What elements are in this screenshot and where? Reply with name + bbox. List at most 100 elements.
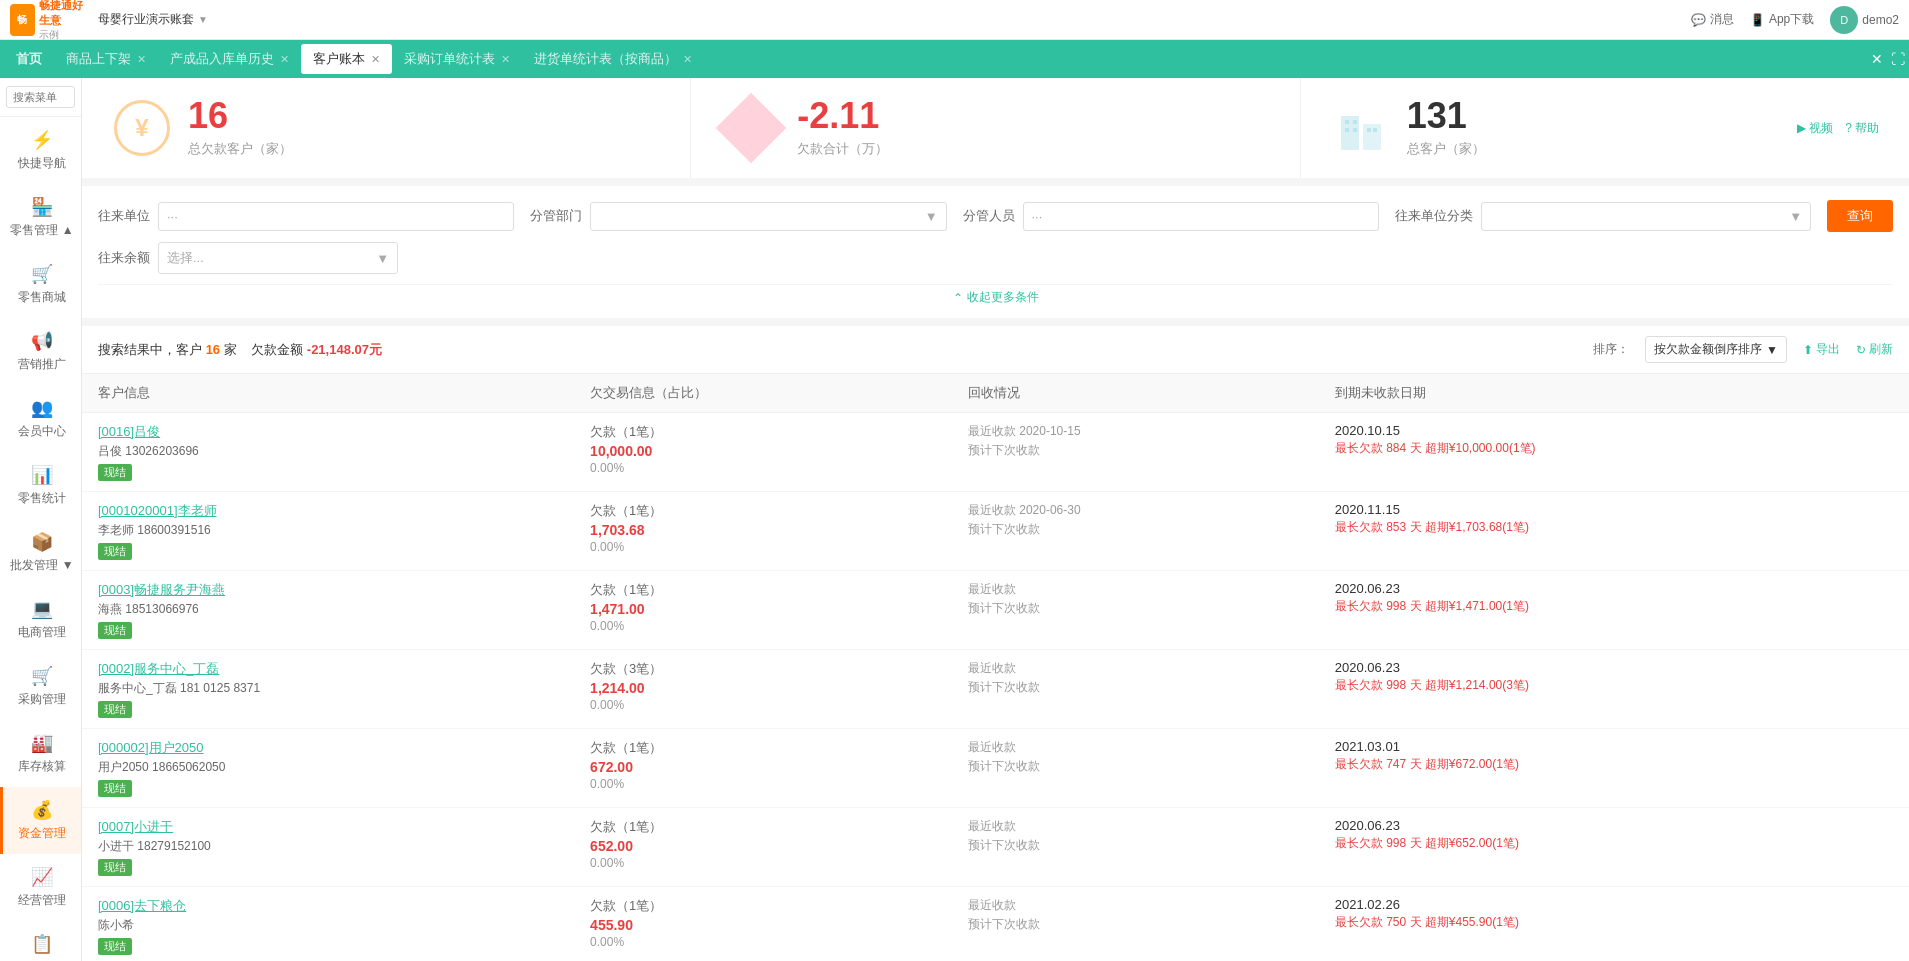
balance-select[interactable]: 选择... ▼ — [158, 242, 398, 274]
overdue-amount-5[interactable]: 超期¥652.00(1笔) — [1425, 836, 1519, 850]
sidebar-item-member[interactable]: 👥 会员中心 — [0, 385, 81, 452]
debt-count-2: 欠款（1笔） — [590, 581, 936, 599]
overdue-amount-0[interactable]: 超期¥10,000.00(1笔) — [1425, 441, 1536, 455]
view-video-btn[interactable]: ▶ 视频 — [1797, 120, 1833, 137]
cell-due-5: 2020.06.23 最长欠款 998 天 超期¥652.00(1笔) — [1319, 808, 1909, 887]
debt-ratio-3: 0.00% — [590, 698, 936, 712]
sidebar-search-input[interactable] — [6, 86, 75, 108]
logo-area: 畅 畅捷通好生意 示例 — [10, 0, 90, 42]
sidebar-item-finance[interactable]: 💰 资金管理 — [0, 787, 81, 854]
maximize-icon[interactable]: ⛶ — [1891, 51, 1905, 67]
sidebar-item-marketing[interactable]: 📢 营销推广 — [0, 318, 81, 385]
cell-debt-0: 欠款（1笔） 10,000.00 0.00% — [574, 413, 952, 492]
tab-purchase-stats-label: 采购订单统计表 — [404, 50, 495, 68]
cell-payment-0: 最近收款 2020-10-15 预计下次收款 — [952, 413, 1319, 492]
user-area[interactable]: D demo2 — [1830, 6, 1899, 34]
close-all-tabs-icon[interactable]: ✕ — [1871, 51, 1883, 67]
sort-select[interactable]: 按欠款金额倒序排序 ▼ — [1645, 336, 1787, 363]
customer-name-3[interactable]: [0002]服务中心_丁磊 — [98, 660, 558, 678]
stat-card-actions: ▶ 视频 ? 帮助 — [1797, 120, 1879, 137]
debt-amount-0[interactable]: 10,000.00 — [590, 443, 936, 459]
from-unit-input[interactable]: ··· — [158, 202, 514, 231]
debt-count-1: 欠款（1笔） — [590, 502, 936, 520]
customer-name-6[interactable]: [0006]去下粮仓 — [98, 897, 558, 915]
sidebar-item-quick-nav[interactable]: ⚡ 快捷导航 — [0, 117, 81, 184]
query-button[interactable]: 查询 — [1827, 200, 1893, 232]
customer-tag-5: 现结 — [98, 859, 132, 876]
customer-name-1[interactable]: [0001020001]李老师 — [98, 502, 558, 520]
table-row: [0001020001]李老师 李老师 18600391516 现结 欠款（1笔… — [82, 492, 1909, 571]
manager-input[interactable]: ··· — [1023, 202, 1379, 231]
tab-product-history-close[interactable]: ✕ — [280, 53, 289, 66]
tab-product-history-label: 产成品入库单历史 — [170, 50, 274, 68]
customer-name-2[interactable]: [0003]畅捷服务尹海燕 — [98, 581, 558, 599]
svg-rect-6 — [1367, 128, 1371, 132]
app-download-btn[interactable]: 📱 App下载 — [1750, 11, 1814, 28]
tab-purchase-stats-close[interactable]: ✕ — [501, 53, 510, 66]
customer-name-5[interactable]: [0007]小进干 — [98, 818, 558, 836]
tab-home[interactable]: 首页 — [4, 44, 54, 74]
export-btn[interactable]: ⬆ 导出 — [1803, 341, 1840, 358]
tab-inbound-stats[interactable]: 进货单统计表（按商品） ✕ — [522, 44, 704, 74]
sidebar-item-batch-mgmt[interactable]: 📦 批发管理 ▼ — [0, 519, 81, 586]
debt-amount-4[interactable]: 672.00 — [590, 759, 936, 775]
customer-unit: 家 — [224, 342, 237, 357]
sidebar-item-purchase[interactable]: 🛒 采购管理 — [0, 653, 81, 720]
sidebar-item-business-label: 经营管理 — [18, 892, 66, 909]
debt-amount-3[interactable]: 1,214.00 — [590, 680, 936, 696]
tab-customer-account[interactable]: 客户账本 ✕ — [301, 44, 392, 74]
customer-name-0[interactable]: [0016]吕俊 — [98, 423, 558, 441]
sidebar-item-business[interactable]: 📈 经营管理 — [0, 854, 81, 921]
overdue-amount-3[interactable]: 超期¥1,214.00(3笔) — [1425, 678, 1529, 692]
tab-product-history[interactable]: 产成品入库单历史 ✕ — [158, 44, 301, 74]
company-selector[interactable]: 母婴行业演示账套 ▼ — [98, 11, 208, 28]
refresh-label: 刷新 — [1869, 341, 1893, 358]
dept-input[interactable]: ▼ — [590, 202, 946, 231]
debt-amount-2[interactable]: 1,471.00 — [590, 601, 936, 617]
tab-purchase-stats[interactable]: 采购订单统计表 ✕ — [392, 44, 522, 74]
sidebar-item-inventory[interactable]: 🏭 库存核算 — [0, 720, 81, 787]
unit-category-input[interactable]: ▼ — [1481, 202, 1811, 231]
retail-mall-icon: 🛒 — [31, 263, 53, 285]
overdue-amount-2[interactable]: 超期¥1,471.00(1笔) — [1425, 599, 1529, 613]
export-icon: ⬆ — [1803, 343, 1813, 357]
table-row: [000002]用户2050 用户2050 18665062050 现结 欠款（… — [82, 729, 1909, 808]
tab-customer-account-close[interactable]: ✕ — [371, 53, 380, 66]
app-name: 畅捷通好生意 — [39, 0, 90, 28]
customer-name-4[interactable]: [000002]用户2050 — [98, 739, 558, 757]
app-download-icon: 📱 — [1750, 13, 1765, 27]
sidebar-item-basic-info[interactable]: 📋 基础信息 — [0, 921, 81, 961]
purchase-icon: 🛒 — [31, 665, 53, 687]
sidebar-item-retail-mall[interactable]: 🛒 零售商城 — [0, 251, 81, 318]
help-btn[interactable]: ? 帮助 — [1845, 120, 1879, 137]
sidebar-item-retail-mgmt[interactable]: 🏪 零售管理 ▲ — [0, 184, 81, 251]
tab-inbound-stats-close[interactable]: ✕ — [683, 53, 692, 66]
sidebar-search-area — [0, 78, 81, 117]
message-btn[interactable]: 💬 消息 — [1691, 11, 1734, 28]
sidebar-item-ecommerce[interactable]: 💻 电商管理 — [0, 586, 81, 653]
collapse-btn[interactable]: ⌃ 收起更多条件 — [953, 289, 1039, 306]
overdue-amount-6[interactable]: 超期¥455.90(1笔) — [1425, 915, 1519, 929]
tab-product-offline[interactable]: 商品上下架 ✕ — [54, 44, 158, 74]
debt-amount-6[interactable]: 455.90 — [590, 917, 936, 933]
sidebar-item-retail-stats[interactable]: 📊 零售统计 — [0, 452, 81, 519]
table-header-row: 客户信息 欠交易信息（占比） 回收情况 到期未收款日期 — [82, 374, 1909, 413]
stat-info-debt-customers: 16 总欠款客户（家） — [188, 98, 292, 158]
last-payment-4: 最近收款 — [968, 739, 1303, 756]
overdue-amount-1[interactable]: 超期¥1,703.68(1笔) — [1425, 520, 1529, 534]
debt-ratio-0: 0.00% — [590, 461, 936, 475]
tab-product-offline-close[interactable]: ✕ — [137, 53, 146, 66]
business-icon: 📈 — [31, 866, 53, 888]
stat-icon-building — [1331, 98, 1391, 158]
cell-customer-1: [0001020001]李老师 李老师 18600391516 现结 — [82, 492, 574, 571]
cell-due-2: 2020.06.23 最长欠款 998 天 超期¥1,471.00(1笔) — [1319, 571, 1909, 650]
refresh-btn[interactable]: ↻ 刷新 — [1856, 341, 1893, 358]
debt-amount-5[interactable]: 652.00 — [590, 838, 936, 854]
sidebar-item-retail-stats-label: 零售统计 — [18, 490, 66, 507]
customer-contact-6: 陈小希 — [98, 917, 558, 934]
overdue-amount-4[interactable]: 超期¥672.00(1笔) — [1425, 757, 1519, 771]
debt-amount-1[interactable]: 1,703.68 — [590, 522, 936, 538]
filter-manager: 分管人员 ··· — [963, 202, 1379, 231]
last-payment-5: 最近收款 — [968, 818, 1303, 835]
overdue-days-2: 最长欠款 998 天 超期¥1,471.00(1笔) — [1335, 598, 1893, 615]
